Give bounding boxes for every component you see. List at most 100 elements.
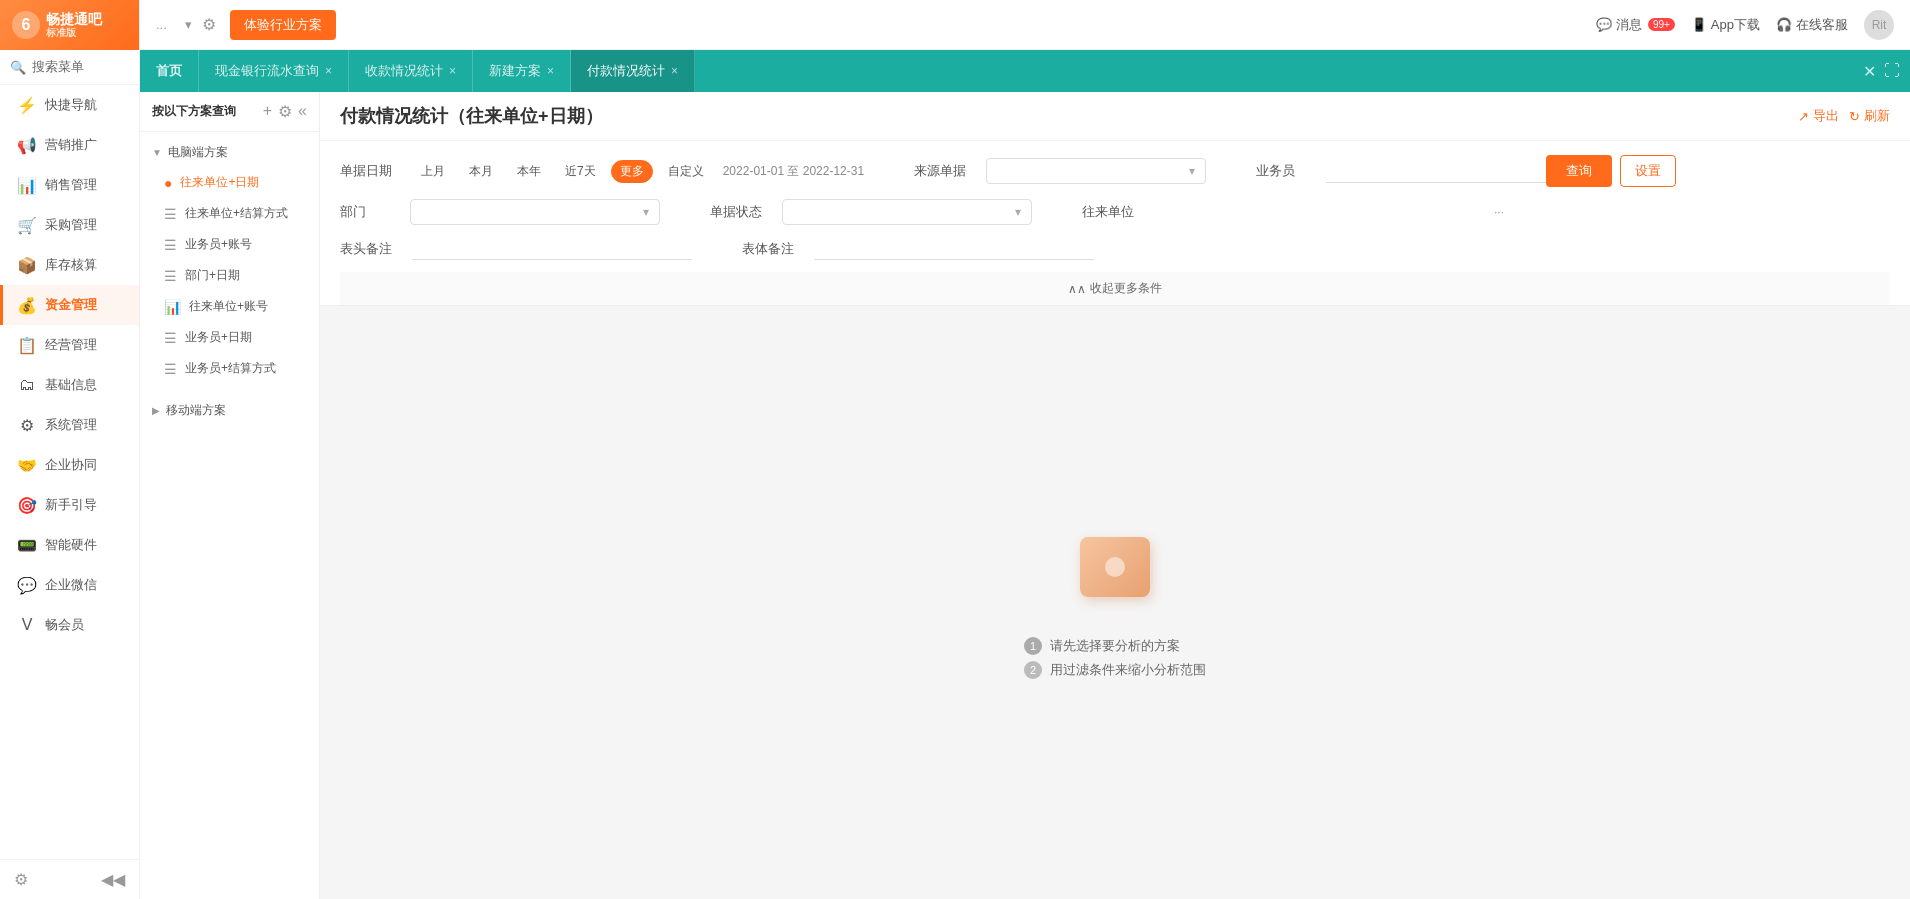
empty-tip-1: 1 请先选择要分析的方案 — [1024, 637, 1180, 655]
sidebar-icon-hardware: 📟 — [17, 535, 37, 555]
body-remark-input[interactable] — [814, 237, 1094, 260]
mobile-section-title[interactable]: ▶ 移动端方案 — [140, 396, 319, 425]
scheme-staff-account[interactable]: ☰ 业务员+账号 — [140, 229, 319, 260]
header-remark-input[interactable] — [412, 237, 692, 260]
tab-receipt[interactable]: 收款情况统计 × — [349, 50, 473, 92]
tab-new-plan-close[interactable]: × — [547, 64, 554, 78]
scheme-partner-date[interactable]: ● 往来单位+日期 — [140, 167, 319, 198]
settings-icon[interactable]: ⚙ — [14, 870, 28, 889]
search-menu[interactable]: 🔍 搜索菜单 — [0, 50, 139, 85]
main-content: ... ▾ ⚙ 体验行业方案 💬 消息 99+ 📱 App下载 🎧 在线客服 R… — [140, 0, 1910, 899]
dept-select[interactable]: ▾ — [410, 199, 660, 225]
sidebar-item-enterprise[interactable]: 🤝 企业协同 — [0, 445, 139, 485]
sidebar-icon-operations: 📋 — [17, 335, 37, 355]
scheme-collapse-btn[interactable]: « — [298, 102, 307, 121]
filter-actions: 查询 设置 — [1546, 155, 1676, 187]
scheme-settings-btn[interactable]: ⚙ — [278, 102, 292, 121]
tab-new-plan[interactable]: 新建方案 × — [473, 50, 571, 92]
content-area: 按以下方案查询 + ⚙ « ▼ 电脑端方案 ● 往来单位+日期 ☰ — [140, 92, 1910, 899]
page-header-actions: ↗ 导出 ↻ 刷新 — [1798, 107, 1890, 125]
partner-label: 往来单位 — [1082, 203, 1134, 221]
scheme-staff-settlement[interactable]: ☰ 业务员+结算方式 — [140, 353, 319, 384]
tab-bar: 首页 现金银行流水查询 × 收款情况统计 × 新建方案 × 付款情况统计 × ✕… — [140, 50, 1910, 92]
scheme-dept-date[interactable]: ☰ 部门+日期 — [140, 260, 319, 291]
scheme-panel: 按以下方案查询 + ⚙ « ▼ 电脑端方案 ● 往来单位+日期 ☰ — [140, 92, 320, 899]
tab-bank-close[interactable]: × — [325, 64, 332, 78]
scheme-header-actions: + ⚙ « — [263, 102, 307, 121]
tab-receipt-close[interactable]: × — [449, 64, 456, 78]
scheme-icon: ☰ — [164, 268, 177, 284]
source-label: 来源单据 — [914, 162, 966, 180]
breadcrumb: ... — [156, 17, 167, 32]
staff-label: 业务员 — [1256, 162, 1306, 180]
refresh-button[interactable]: ↻ 刷新 — [1849, 107, 1890, 125]
scheme-partner-account[interactable]: 📊 往来单位+账号 — [140, 291, 319, 322]
scheme-icon: ☰ — [164, 206, 177, 222]
body-remark-label: 表体备注 — [742, 240, 794, 258]
sidebar-label-sales: 销售管理 — [45, 176, 97, 194]
sidebar-item-inventory[interactable]: 📦 库存核算 — [0, 245, 139, 285]
sidebar-item-operations[interactable]: 📋 经营管理 — [0, 325, 139, 365]
sidebar-icon-sales: 📊 — [17, 175, 37, 195]
collapse-sidebar-icon[interactable]: ◀◀ — [101, 870, 125, 889]
sidebar-item-member[interactable]: V 畅会员 — [0, 605, 139, 645]
source-select[interactable]: ▾ — [986, 158, 1206, 184]
trial-button[interactable]: 体验行业方案 — [230, 10, 336, 40]
tab-home[interactable]: 首页 — [140, 50, 199, 92]
download-item[interactable]: 📱 App下载 — [1691, 16, 1760, 34]
filter-settings-button[interactable]: 设置 — [1620, 155, 1676, 187]
doc-status-select[interactable]: ▾ — [782, 199, 1032, 225]
partner-more-icon[interactable]: ··· — [1494, 205, 1504, 219]
scheme-staff-date[interactable]: ☰ 业务员+日期 — [140, 322, 319, 353]
sidebar-icon-enterprise: 🤝 — [17, 455, 37, 475]
sidebar-item-marketing[interactable]: 📢 营销推广 — [0, 125, 139, 165]
date-btn-custom[interactable]: 自定义 — [659, 160, 713, 183]
sidebar-item-wechat[interactable]: 💬 企业微信 — [0, 565, 139, 605]
scheme-add-btn[interactable]: + — [263, 102, 272, 121]
sidebar-item-purchase[interactable]: 🛒 采购管理 — [0, 205, 139, 245]
sidebar-icon-member: V — [17, 615, 37, 635]
service-item[interactable]: 🎧 在线客服 — [1776, 16, 1848, 34]
scheme-chart-icon: 📊 — [164, 299, 181, 315]
sidebar-item-newbie[interactable]: 🎯 新手引导 — [0, 485, 139, 525]
sidebar-label-quick-nav: 快捷导航 — [45, 96, 97, 114]
query-button[interactable]: 查询 — [1546, 155, 1612, 187]
tab-bank[interactable]: 现金银行流水查询 × — [199, 50, 349, 92]
user-avatar[interactable]: Rit — [1864, 10, 1894, 40]
topbar-right: 💬 消息 99+ 📱 App下载 🎧 在线客服 Rit — [1596, 10, 1894, 40]
topbar-settings-icon[interactable]: ⚙ — [202, 15, 216, 34]
sidebar-icon-basic: 🗂 — [17, 375, 37, 395]
sidebar-item-quick-nav[interactable]: ⚡ 快捷导航 — [0, 85, 139, 125]
sidebar-item-hardware[interactable]: 📟 智能硬件 — [0, 525, 139, 565]
scheme-partner-settlement[interactable]: ☰ 往来单位+结算方式 — [140, 198, 319, 229]
staff-input[interactable] — [1326, 160, 1546, 183]
date-btn-this-year[interactable]: 本年 — [508, 160, 550, 183]
date-btn-last-month[interactable]: 上月 — [412, 160, 454, 183]
sidebar-label-member: 畅会员 — [45, 616, 84, 634]
empty-box-icon — [1080, 537, 1150, 597]
desktop-section-title[interactable]: ▼ 电脑端方案 — [140, 138, 319, 167]
topbar-dropdown-icon[interactable]: ▾ — [185, 17, 192, 32]
date-btn-this-month[interactable]: 本月 — [460, 160, 502, 183]
download-icon: 📱 — [1691, 17, 1707, 32]
tab-payment-close[interactable]: × — [671, 64, 678, 78]
sidebar-item-system[interactable]: ⚙ 系统管理 — [0, 405, 139, 445]
sidebar-item-capital[interactable]: 💰 资金管理 — [0, 285, 139, 325]
sidebar-item-sales[interactable]: 📊 销售管理 — [0, 165, 139, 205]
close-all-icon[interactable]: ✕ — [1863, 62, 1876, 81]
collapse-more-btn[interactable]: ∧∧ 收起更多条件 — [340, 272, 1890, 305]
filter-row-2: 部门 ▾ 单据状态 ▾ 往来单位 ··· — [340, 199, 1890, 225]
sidebar-label-marketing: 营销推广 — [45, 136, 97, 154]
empty-state: 1 请先选择要分析的方案 2 用过滤条件来缩小分析范围 — [320, 306, 1910, 899]
date-btn-more[interactable]: 更多 — [611, 160, 653, 183]
empty-icon — [1065, 527, 1165, 627]
expand-icon[interactable]: ⛶ — [1884, 62, 1900, 80]
tab-payment[interactable]: 付款情况统计 × — [571, 50, 695, 92]
logo-text: 畅捷通吧 标准版 — [46, 11, 102, 40]
message-icon: 💬 — [1596, 17, 1612, 32]
message-item[interactable]: 💬 消息 99+ — [1596, 16, 1675, 34]
sidebar-icon-capital: 💰 — [17, 295, 37, 315]
date-btn-7days[interactable]: 近7天 — [556, 160, 605, 183]
export-button[interactable]: ↗ 导出 — [1798, 107, 1839, 125]
sidebar-item-basic[interactable]: 🗂 基础信息 — [0, 365, 139, 405]
